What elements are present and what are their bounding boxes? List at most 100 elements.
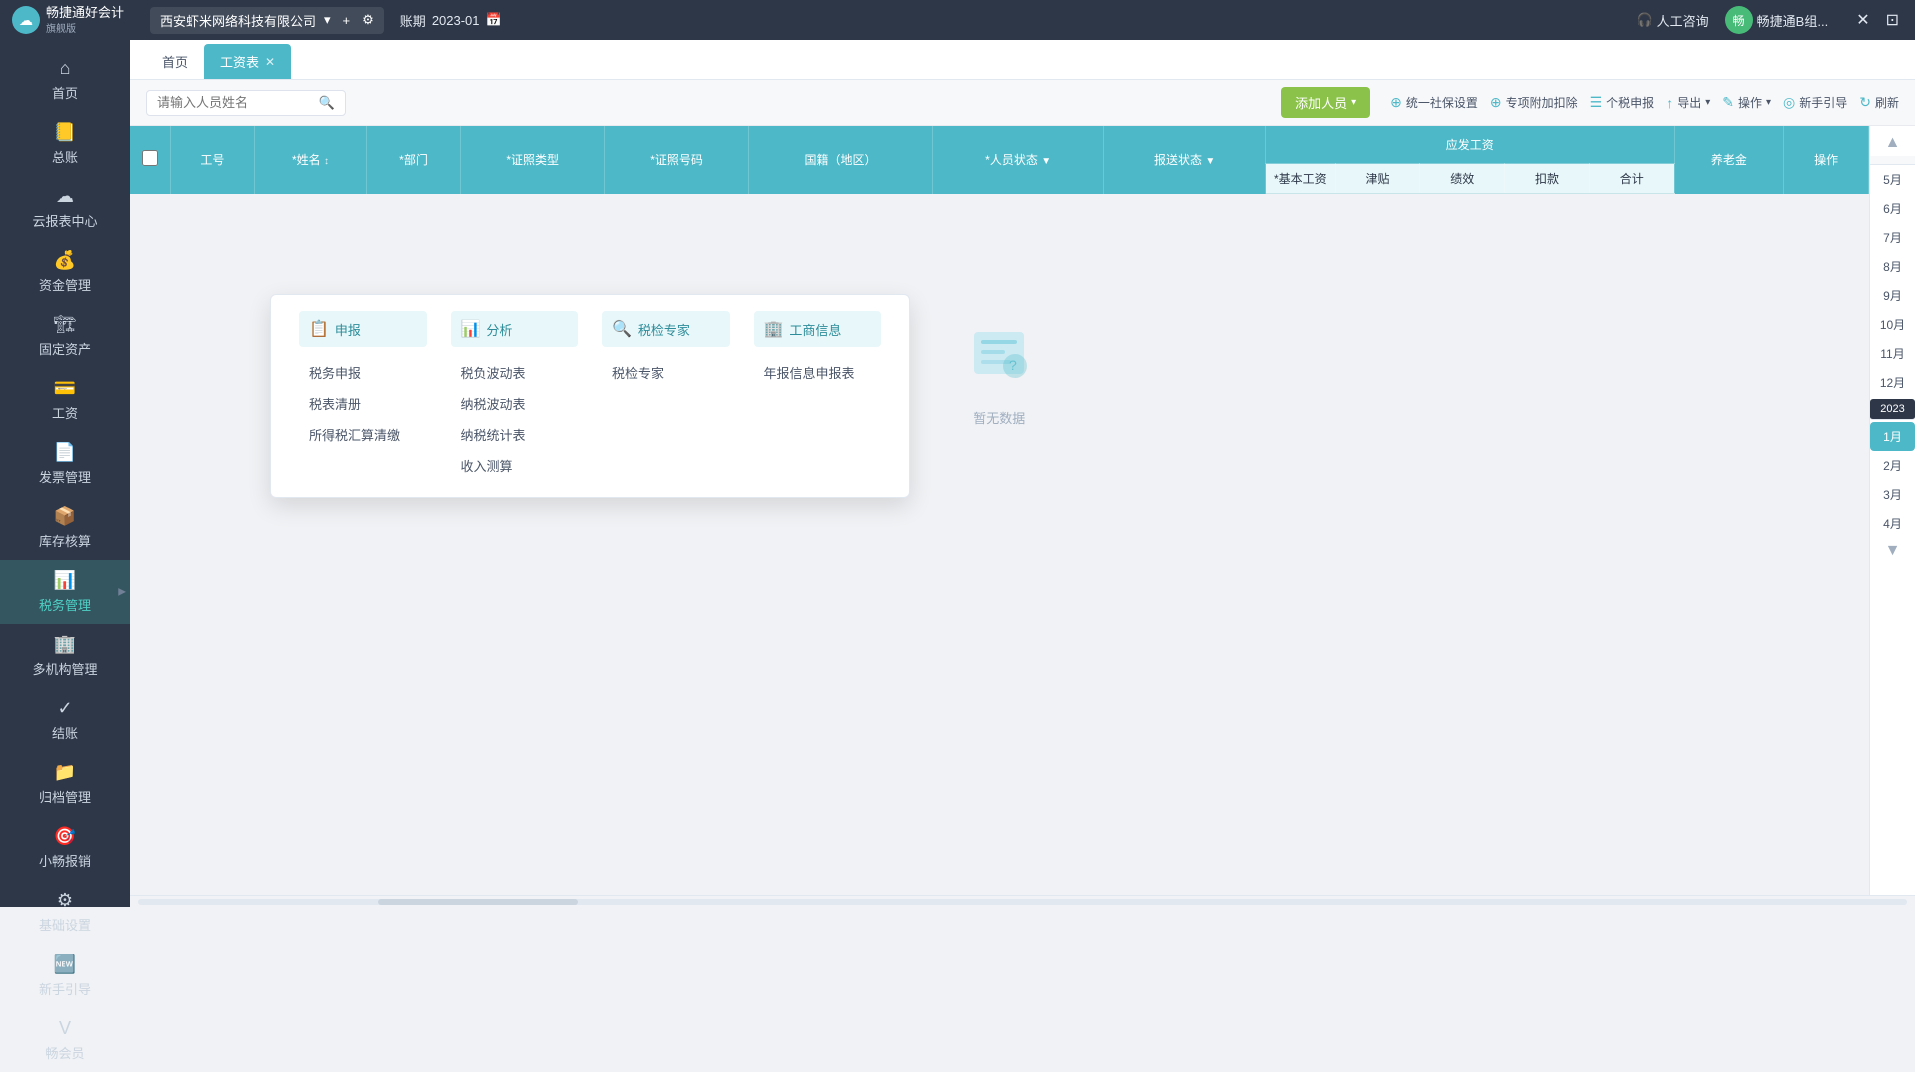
menu-item-tax-burden[interactable]: 税负波动表 xyxy=(451,357,579,388)
add-person-dropdown-icon: ▾ xyxy=(1351,97,1356,108)
social-insurance-btn[interactable]: ⊕ 统一社保设置 xyxy=(1390,94,1478,111)
menu-section-analysis: 📊 分析 税负波动表 纳税波动表 纳税统计表 收入 xyxy=(439,311,591,481)
operations-label: 操作 xyxy=(1738,94,1762,111)
month-1-active[interactable]: 1月 xyxy=(1870,422,1915,451)
sidebar-label-promo: 小畅报销 xyxy=(39,851,91,870)
col-id-number: *证照号码 xyxy=(605,126,749,194)
settings-icon[interactable]: ⚙ xyxy=(362,12,374,28)
menu-item-tax-stats[interactable]: 纳税统计表 xyxy=(451,419,579,450)
main-layout: ⌂ 首页 📒 总账 ☁ 云报表中心 💰 资金管理 🏗 固定资产 💳 工资 📄 发… xyxy=(0,40,1915,907)
month-6[interactable]: 6月 xyxy=(1870,194,1915,223)
tab-close-icon[interactable]: ✕ xyxy=(265,55,275,69)
sidebar-item-inventory[interactable]: 📦 库存核算 xyxy=(0,496,130,560)
month-7[interactable]: 7月 xyxy=(1870,223,1915,252)
month-8[interactable]: 8月 xyxy=(1870,252,1915,281)
sidebar-label-assets: 固定资产 xyxy=(39,339,91,358)
sidebar-item-settings[interactable]: ⚙ 基础设置 xyxy=(0,880,130,944)
tab-salary[interactable]: 工资表 ✕ xyxy=(204,44,291,79)
panel-up-btn[interactable]: ▲ xyxy=(1881,130,1905,156)
service-label: 人工咨询 xyxy=(1657,11,1709,30)
company-selector[interactable]: 西安虾米网络科技有限公司 ▾ + ⚙ xyxy=(150,7,384,34)
user-avatar: 畅 xyxy=(1725,6,1753,34)
menu-item-income-calc[interactable]: 收入测算 xyxy=(451,450,579,481)
sidebar-item-fixed-assets[interactable]: 🏗 固定资产 xyxy=(0,304,130,368)
menu-item-income-tax[interactable]: 所得税汇算清缴 xyxy=(299,419,427,450)
col-id-type: *证照类型 xyxy=(461,126,605,194)
settings-sidebar-icon: ⚙ xyxy=(57,890,73,911)
menu-item-expert[interactable]: 税检专家 xyxy=(602,357,730,388)
month-5[interactable]: 5月 xyxy=(1870,165,1915,194)
restore-window-btn[interactable]: ⊡ xyxy=(1882,10,1903,30)
sidebar-item-close[interactable]: ✓ 结账 xyxy=(0,688,130,752)
report-filter-icon[interactable]: ▼ xyxy=(1205,156,1215,167)
month-2[interactable]: 2月 xyxy=(1870,451,1915,480)
dropdown-menu: 📋 申报 税务申报 税表清册 所得税汇算清缴 xyxy=(270,294,910,498)
select-all-checkbox[interactable] xyxy=(142,150,158,166)
sidebar-item-ledger[interactable]: 📒 总账 xyxy=(0,112,130,176)
tab-home[interactable]: 首页 xyxy=(146,44,204,79)
sidebar-arrow-icon: ▶ xyxy=(118,587,126,598)
service-btn[interactable]: 🎧 人工咨询 xyxy=(1636,11,1708,30)
sidebar-item-promo[interactable]: 🎯 小畅报销 xyxy=(0,816,130,880)
toolbar: 🔍 添加人员 ▾ ⊕ 统一社保设置 ⊕ 专项附加扣除 ☰ 个税申报 ↑ 导出 xyxy=(130,80,1915,126)
search-box[interactable]: 🔍 xyxy=(146,90,346,116)
refresh-btn[interactable]: ↻ 刷新 xyxy=(1859,94,1899,111)
sidebar-item-invoice[interactable]: 📄 发票管理 xyxy=(0,432,130,496)
org-icon: 🏢 xyxy=(54,634,76,655)
tax-filing-btn[interactable]: ☰ 个税申报 xyxy=(1590,94,1655,111)
month-3[interactable]: 3月 xyxy=(1870,480,1915,509)
name-sort-icon[interactable]: ↕ xyxy=(324,156,329,167)
status-filter-icon[interactable]: ▼ xyxy=(1041,156,1051,167)
operations-icon: ✎ xyxy=(1722,94,1734,111)
search-input[interactable] xyxy=(157,95,313,110)
sidebar-item-multi-org[interactable]: 🏢 多机构管理 xyxy=(0,624,130,688)
export-btn[interactable]: ↑ 导出 ▾ xyxy=(1666,94,1710,111)
sidebar-label-tax: 税务管理 xyxy=(39,595,91,614)
sidebar-item-tax[interactable]: 📊 税务管理 ▶ xyxy=(0,560,130,624)
operations-btn[interactable]: ✎ 操作 ▾ xyxy=(1722,94,1771,111)
svg-text:?: ? xyxy=(1009,357,1017,373)
inventory-icon: 📦 xyxy=(54,506,76,527)
sub-col-base-salary: *基本工资 xyxy=(1266,164,1336,194)
sidebar-item-funds[interactable]: 💰 资金管理 xyxy=(0,240,130,304)
social-insurance-label: 统一社保设置 xyxy=(1406,94,1478,111)
sidebar-label-archive: 归档管理 xyxy=(39,787,91,806)
special-deduction-btn[interactable]: ⊕ 专项附加扣除 xyxy=(1490,94,1578,111)
sidebar-item-cloud-report[interactable]: ☁ 云报表中心 xyxy=(0,176,130,240)
sidebar-label-settings: 基础设置 xyxy=(39,915,91,934)
add-person-btn[interactable]: 添加人员 ▾ xyxy=(1281,87,1370,118)
dropdown-arrow-icon: ▾ xyxy=(324,12,331,28)
sidebar-label-close: 结账 xyxy=(52,723,78,742)
sidebar-label-ledger: 总账 xyxy=(52,147,78,166)
sidebar-item-home[interactable]: ⌂ 首页 xyxy=(0,48,130,112)
panel-down-btn[interactable]: ▼ xyxy=(1881,538,1905,564)
close-books-icon: ✓ xyxy=(57,698,72,719)
expert-section-icon: 🔍 xyxy=(612,319,632,339)
sidebar-item-archive[interactable]: 📁 归档管理 xyxy=(0,752,130,816)
menu-item-tax-payment[interactable]: 纳税波动表 xyxy=(451,388,579,419)
sidebar-item-salary[interactable]: 💳 工资 xyxy=(0,368,130,432)
scroll-thumb[interactable] xyxy=(378,899,578,905)
month-4[interactable]: 4月 xyxy=(1870,509,1915,538)
month-12[interactable]: 12月 xyxy=(1870,368,1915,397)
sidebar-item-member[interactable]: V 畅会员 xyxy=(0,1008,130,1072)
close-window-btn[interactable]: ✕ xyxy=(1852,10,1873,30)
tab-bar: 首页 工资表 ✕ xyxy=(130,40,1915,80)
tax-filing-label: 个税申报 xyxy=(1606,94,1654,111)
month-11[interactable]: 11月 xyxy=(1870,339,1915,368)
guide-btn[interactable]: ◎ 新手引导 xyxy=(1783,94,1847,111)
user-info[interactable]: 畅 畅捷通B组... xyxy=(1725,6,1829,34)
logo-subtitle: 旗舰版 xyxy=(46,20,124,35)
menu-item-tax-filing[interactable]: 税务申报 xyxy=(299,357,427,388)
period-value: 2023-01 xyxy=(432,13,480,28)
menu-item-tax-table[interactable]: 税表清册 xyxy=(299,388,427,419)
month-9[interactable]: 9月 xyxy=(1870,281,1915,310)
calendar-icon[interactable]: 📅 xyxy=(486,12,502,28)
add-company-icon[interactable]: + xyxy=(343,13,351,28)
export-icon: ↑ xyxy=(1666,95,1673,111)
month-10[interactable]: 10月 xyxy=(1870,310,1915,339)
menu-item-annual-report[interactable]: 年报信息申报表 xyxy=(754,357,882,388)
bottom-scrollbar[interactable] xyxy=(130,895,1915,907)
sidebar-item-newbie[interactable]: 🆕 新手引导 xyxy=(0,944,130,1008)
sub-col-allowance: 津贴 xyxy=(1335,164,1420,194)
